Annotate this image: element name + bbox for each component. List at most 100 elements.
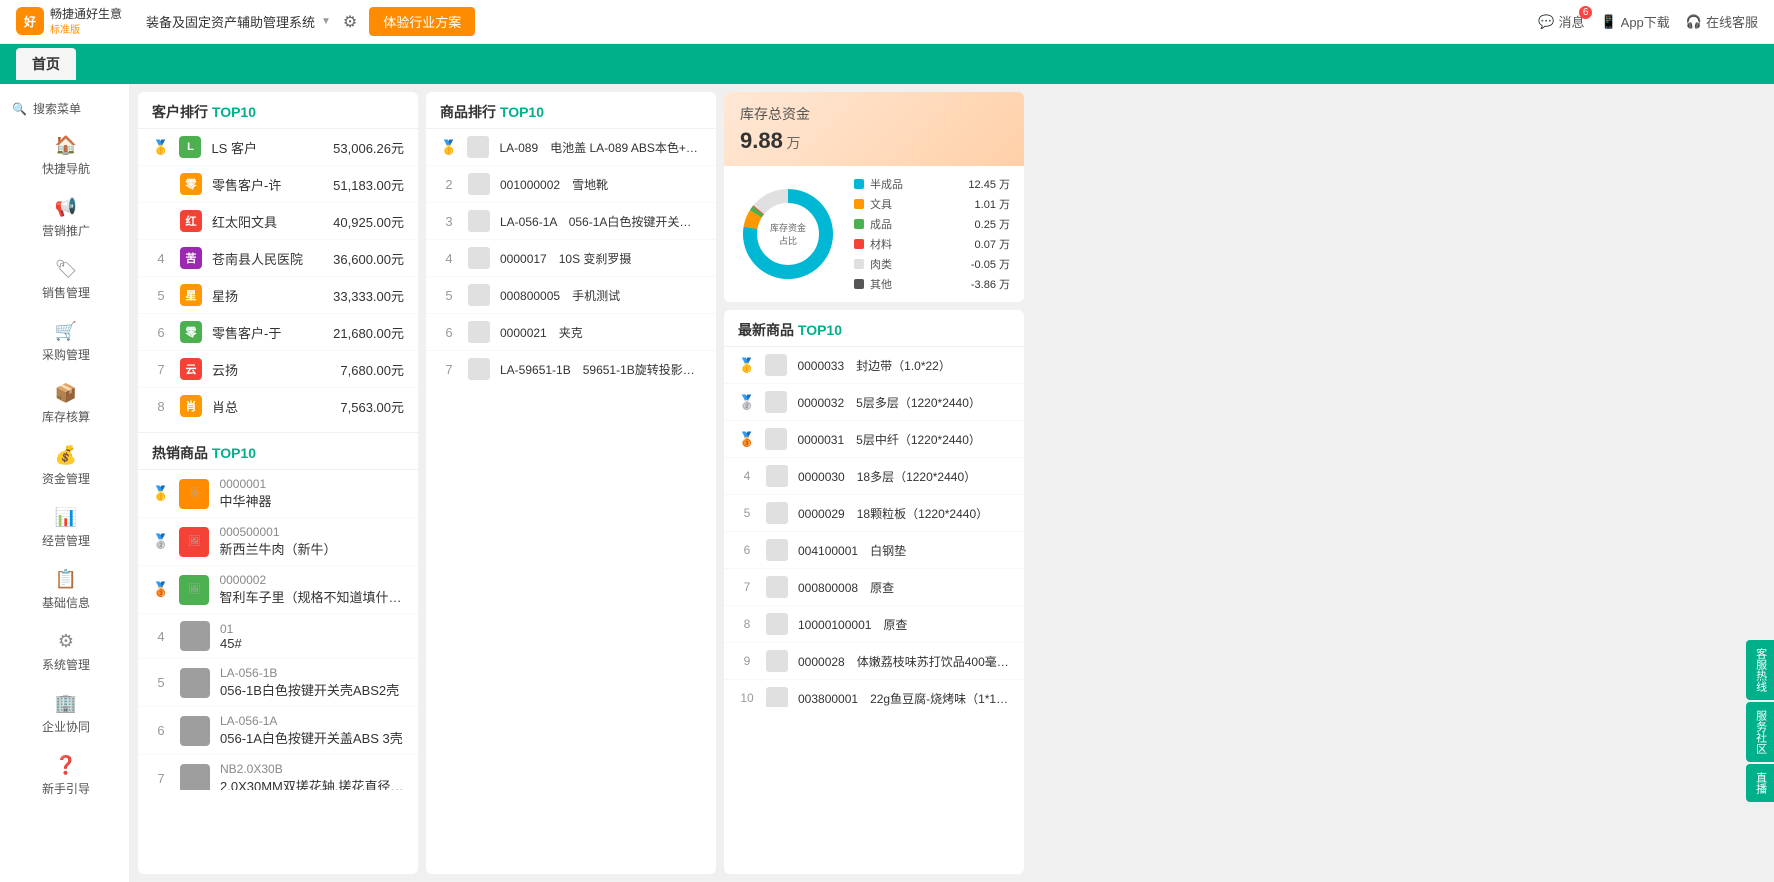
customer-amount-1: 53,006.26元: [333, 138, 404, 157]
sidebar-item-purchase[interactable]: 🛒 采购管理: [0, 311, 129, 373]
sidebar-item-company[interactable]: 🏢 企业协同: [0, 683, 129, 745]
new-product-1: 🥇 0000033 封边带（1.0*22）: [724, 347, 1024, 384]
system-selector[interactable]: 装备及固定资产辅助管理系统 ▼: [146, 12, 331, 31]
goods-thumb-7: [468, 358, 490, 380]
search-menu-item[interactable]: 🔍 搜索菜单: [0, 92, 129, 125]
sidebar-label-sales: 销售管理: [42, 284, 90, 301]
sidebar-item-business[interactable]: 📊 经营管理: [0, 497, 129, 559]
customer-badge-2: 零: [180, 173, 202, 195]
goods-ranking-list: 🥇 LA-089 电池盖 LA-089 ABS本色+黑种 7.1克 2 0010…: [426, 129, 716, 387]
customer-amount-4: 36,600.00元: [333, 249, 404, 268]
customer-badge-1: L: [179, 136, 201, 158]
sidebar-item-quick-nav[interactable]: 🏠 快捷导航: [0, 125, 129, 187]
new-info-9: 0000028 体嫩荔枝味苏打饮品400毫升（1*15）: [798, 653, 1010, 670]
hot-rank-4: 4: [152, 629, 170, 644]
sidebar-item-sales[interactable]: 🏷 销售管理: [0, 249, 129, 311]
goods-rank-6: 6: [440, 325, 458, 340]
customer-name-4: 苍南县人民医院: [212, 249, 323, 268]
new-product-9: 9 0000028 体嫩荔枝味苏打饮品400毫升（1*15）: [724, 643, 1024, 680]
new-product-5: 5 0000029 18颗粒板（1220*2440）: [724, 495, 1024, 532]
new-info-10: 003800001 22g鱼豆腐-烧烤味（1*12*20）: [798, 690, 1010, 707]
new-info-3: 0000031 5层中纤（1220*2440）: [797, 431, 1010, 448]
customer-amount-8: 7,563.00元: [340, 397, 404, 416]
new-products-list: 🥇 0000033 封边带（1.0*22） 🥈 0000032 5层多层（122…: [724, 347, 1024, 707]
customer-row-3: 红 红太阳文具 40,925.00元: [138, 203, 418, 240]
hot-product-code-3: 0000002: [219, 573, 404, 587]
new-rank-9: 9: [738, 654, 756, 668]
new-rank-10: 10: [738, 691, 756, 705]
logo-area: 好 畅捷通好生意 标准版: [16, 7, 146, 36]
new-thumb-3: [765, 428, 787, 450]
system-icon: ⚙: [58, 631, 74, 652]
goods-info-3: LA-056-1A 056-1A白色按键开关盖ABS 3壳: [500, 213, 702, 230]
customer-name-6: 零售客户-于: [212, 323, 323, 342]
donut-chart: 库存资金占比: [738, 184, 838, 284]
hot-product-row-7: 7 NB2.0X30B 2.0X30MM双搓花轴,搓花直径2.1MM/ROHS: [138, 755, 418, 790]
legend-item-2: 文具 1.01 万: [854, 196, 1010, 212]
sidebar-label-system: 系统管理: [42, 656, 90, 673]
legend-label-4: 材料: [870, 236, 969, 252]
app-download-label: App下载: [1621, 12, 1670, 31]
rank-num-5: 5: [152, 288, 170, 303]
sidebar-item-system[interactable]: ⚙ 系统管理: [0, 621, 129, 683]
sidebar-item-marketing[interactable]: 📢 营销推广: [0, 187, 129, 249]
new-info-6: 004100001 白钢垫: [798, 542, 1010, 559]
goods-ranking-header: 商品排行 TOP10: [426, 92, 716, 129]
tab-home[interactable]: 首页: [16, 48, 76, 80]
finance-icon: 💰: [55, 445, 77, 466]
goods-medal-1: 🥇: [440, 139, 457, 156]
sidebar-item-basic[interactable]: 📋 基础信息: [0, 559, 129, 621]
goods-info-2: 001000002 雪地靴: [500, 176, 702, 193]
notification-button[interactable]: 💬 消息 6: [1538, 12, 1584, 31]
sidebar-label-finance: 资金管理: [42, 470, 90, 487]
hot-product-info-6: LA-056-1A 056-1A白色按键开关盖ABS 3壳: [220, 714, 404, 747]
new-thumb-7: [766, 576, 788, 598]
sidebar-item-newbie[interactable]: ❓ 新手引导: [0, 745, 129, 807]
goods-info-7: LA-59651-1B 59651-1B旋转投影灯电池盒ABS黑色+58克: [500, 361, 702, 378]
goods-top-label: TOP10: [500, 104, 544, 120]
app-download-button[interactable]: 📱 App下载: [1600, 12, 1669, 31]
new-rank-4: 4: [738, 469, 756, 483]
sidebar-item-inventory[interactable]: 📦 库存核算: [0, 373, 129, 435]
hot-medal-3: 🥉: [152, 581, 169, 598]
hot-product-code-7: NB2.0X30B: [220, 762, 404, 776]
trial-button[interactable]: 体验行业方案: [369, 7, 475, 36]
customer-row-2: 零 零售客户-许 51,183.00元: [138, 166, 418, 203]
customer-name-5: 星扬: [212, 286, 323, 305]
cs-hotline-button[interactable]: 客服热线: [1746, 640, 1774, 700]
hot-product-thumb-7: [180, 764, 210, 791]
new-info-1: 0000033 封边带（1.0*22）: [797, 357, 1010, 374]
customer-amount-5: 33,333.00元: [333, 286, 404, 305]
hot-product-row-3: 🥉 🖼 0000002 智利车子里（规格不知道填什么）: [138, 566, 418, 614]
hot-product-name-1: 中华神器: [219, 491, 404, 510]
goods-thumb-1: [467, 136, 489, 158]
sidebar-item-finance[interactable]: 💰 资金管理: [0, 435, 129, 497]
legend-label-1: 半成品: [870, 176, 962, 192]
online-service-button[interactable]: 🎧 在线客服: [1686, 12, 1758, 31]
goods-thumb-5: [468, 284, 490, 306]
customer-badge-6: 零: [180, 321, 202, 343]
hot-product-row-6: 6 LA-056-1A 056-1A白色按键开关盖ABS 3壳: [138, 707, 418, 755]
legend-label-3: 成品: [870, 216, 969, 232]
new-info-2: 0000032 5层多层（1220*2440）: [797, 394, 1010, 411]
sidebar-label-business: 经营管理: [42, 532, 90, 549]
cs-live-button[interactable]: 直播: [1746, 764, 1774, 802]
goods-ranking-panel: 商品排行 TOP10 🥇 LA-089 电池盖 LA-089 ABS本色+黑种 …: [426, 92, 716, 874]
hot-products-list: 🥇 🖼 0000001 中华神器 🥈 🖼 000500001 新西兰牛肉（新牛）: [138, 470, 418, 790]
new-thumb-9: [766, 650, 788, 672]
system-name: 装备及固定资产辅助管理系统: [146, 12, 315, 31]
customer-ranking-panel: 客户排行 TOP10 🥇 L LS 客户 53,006.26元 零: [138, 92, 418, 874]
nav-bar: 首页: [0, 44, 1774, 84]
hot-product-name-5: 056-1B白色按键开关壳ABS2壳: [220, 680, 404, 699]
hot-product-code-5: LA-056-1B: [220, 666, 404, 680]
customer-row-5: 5 星 星扬 33,333.00元: [138, 277, 418, 314]
cs-community-button[interactable]: 服务社区: [1746, 702, 1774, 762]
settings-button[interactable]: ⚙: [343, 12, 357, 32]
hot-rank-5: 5: [152, 675, 170, 690]
hot-medal-2: 🥈: [152, 533, 169, 550]
hot-product-name-6: 056-1A白色按键开关盖ABS 3壳: [220, 728, 404, 747]
hot-product-row-2: 🥈 🖼 000500001 新西兰牛肉（新牛）: [138, 518, 418, 566]
hot-product-code-4: 01: [220, 622, 404, 636]
legend-value-2: 1.01 万: [975, 196, 1010, 212]
float-cs: 客服热线 服务社区 直播: [1746, 640, 1774, 802]
